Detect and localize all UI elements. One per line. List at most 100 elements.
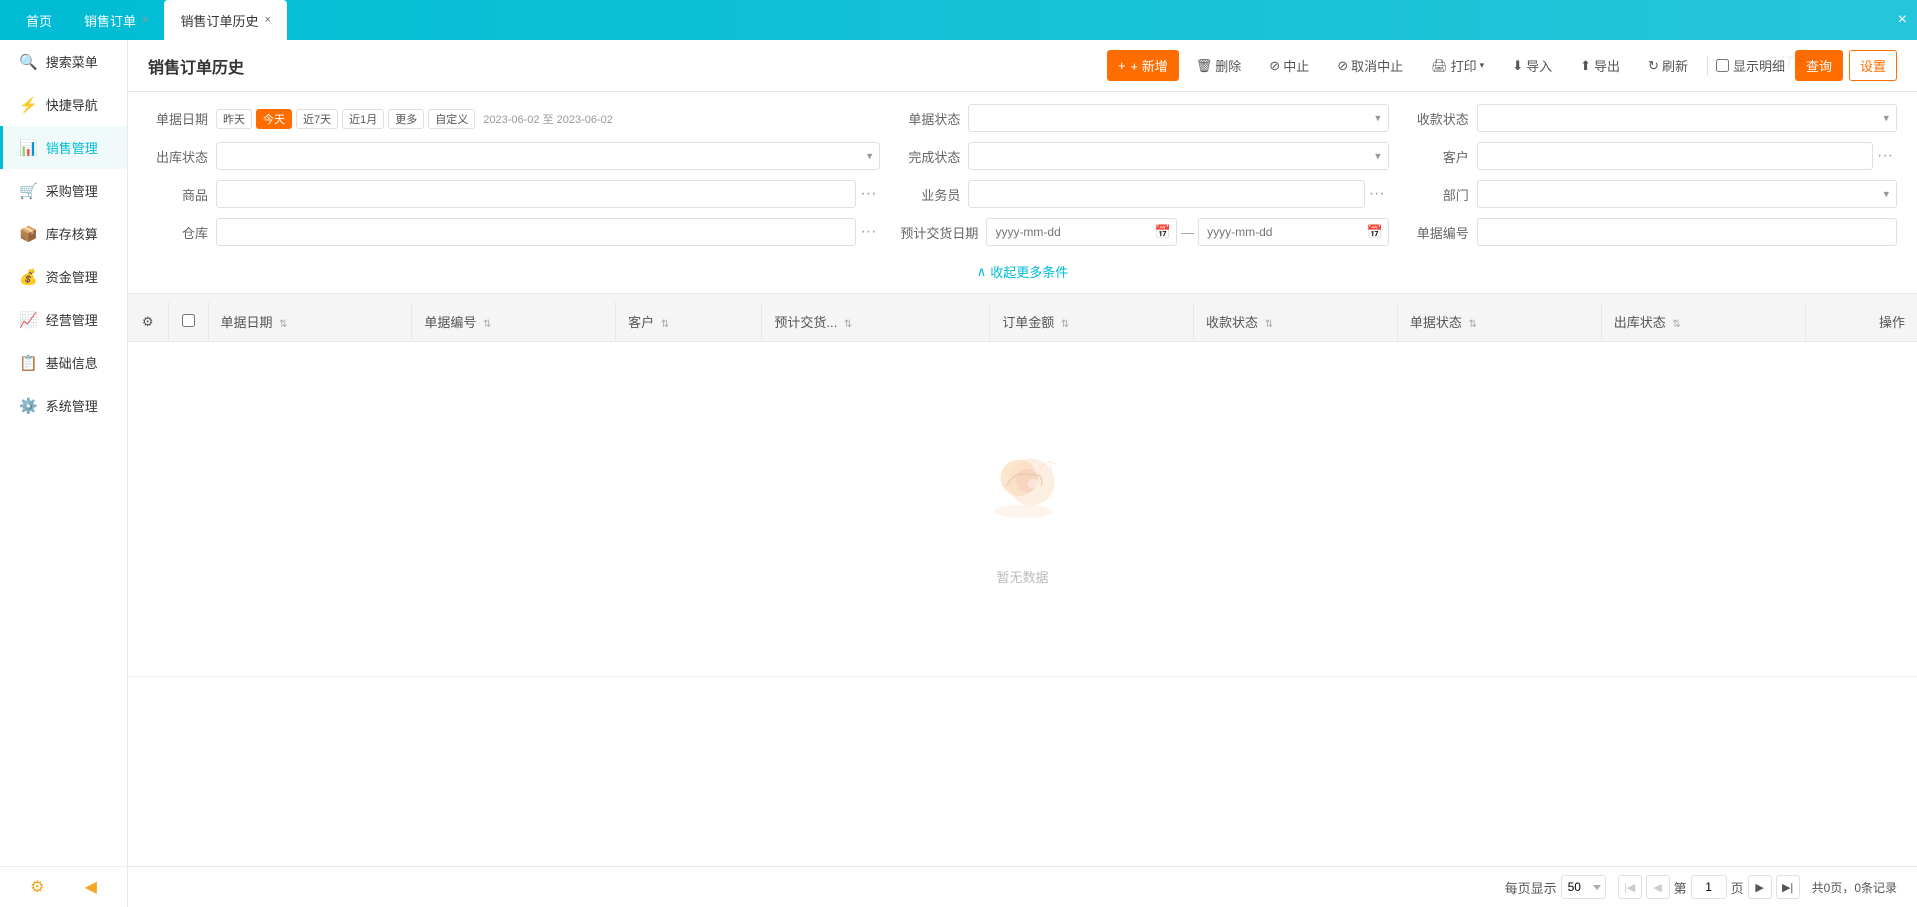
status-filter-label: 单据状态 bbox=[900, 109, 960, 128]
sidebar-item-finance[interactable]: 💰 资金管理 bbox=[0, 255, 127, 298]
new-icon: + bbox=[1118, 58, 1126, 73]
tab-sales-order-history[interactable]: 销售订单历史 × bbox=[164, 0, 286, 40]
window-close-button[interactable]: × bbox=[1898, 11, 1907, 29]
display-detail-toggle[interactable]: 显示明细 bbox=[1716, 56, 1785, 75]
product-dots-button[interactable]: ··· bbox=[856, 185, 880, 203]
date-btn-yesterday[interactable]: 昨天 bbox=[216, 109, 252, 129]
settings-button[interactable]: 设置 bbox=[1849, 50, 1897, 81]
query-button[interactable]: 查询 bbox=[1795, 50, 1843, 81]
salesperson-label: 业务员 bbox=[900, 185, 960, 204]
export-button[interactable]: ⬆ 导出 bbox=[1569, 50, 1631, 81]
status-select[interactable] bbox=[968, 104, 1388, 132]
prev-page-button[interactable]: ◀ bbox=[1646, 875, 1670, 899]
th-checkbox[interactable] bbox=[168, 302, 208, 342]
date-btn-today[interactable]: 今天 bbox=[256, 109, 292, 129]
sidebar-collapse-icon[interactable]: ◀ bbox=[85, 877, 97, 897]
tab-sales-order-close[interactable]: × bbox=[142, 14, 148, 26]
sidebar-item-quick-nav[interactable]: ⚡ 快捷导航 bbox=[0, 83, 127, 126]
department-label: 部门 bbox=[1409, 185, 1469, 204]
expected-date-from-input[interactable] bbox=[986, 218, 1177, 246]
page-label-suffix: 页 bbox=[1731, 878, 1744, 897]
department-select[interactable] bbox=[1477, 180, 1897, 208]
new-button[interactable]: + + 新增 bbox=[1107, 50, 1179, 81]
tab-sales-order-history-close[interactable]: × bbox=[264, 14, 270, 26]
stop-icon: ⊘ bbox=[1269, 58, 1280, 74]
filter-group-order-no: 单据编号 bbox=[1409, 218, 1897, 246]
sort-expected-date-icon[interactable]: ⇅ bbox=[844, 319, 852, 330]
sales-mgmt-icon: 📊 bbox=[19, 139, 38, 157]
stop-button[interactable]: ⊘ 中止 bbox=[1258, 50, 1320, 81]
warehouse-dots-button[interactable]: ··· bbox=[856, 223, 880, 241]
sidebar-settings-icon[interactable]: ⚙ bbox=[30, 877, 44, 897]
salesperson-dots-button[interactable]: ··· bbox=[1365, 185, 1389, 203]
table-area: ⚙ 单据日期 ⇅ 单据编号 ⇅ 客户 ⇅ bbox=[128, 302, 1917, 866]
sidebar-item-operations[interactable]: 📈 经营管理 bbox=[0, 298, 127, 341]
page-size-select[interactable]: 50 100 200 bbox=[1561, 875, 1606, 899]
sidebar-bottom: ⚙ ◀ bbox=[0, 866, 127, 907]
th-payment-status: 收款状态 ⇅ bbox=[1194, 302, 1398, 342]
sort-doc-status-icon[interactable]: ⇅ bbox=[1469, 319, 1477, 330]
th-order-no: 单据编号 ⇅ bbox=[412, 302, 616, 342]
product-input[interactable] bbox=[216, 180, 856, 208]
customer-input[interactable] bbox=[1477, 142, 1873, 170]
expected-date-to-input[interactable] bbox=[1198, 218, 1389, 246]
filter-row-4: 仓库 ··· 预计交货日期 📅 — 📅 bbox=[148, 218, 1897, 246]
payment-status-select[interactable] bbox=[1477, 104, 1897, 132]
sort-order-no-icon[interactable]: ⇅ bbox=[483, 319, 491, 330]
sort-date-icon[interactable]: ⇅ bbox=[279, 319, 287, 330]
sidebar-item-purchase-mgmt[interactable]: 🛒 采购管理 bbox=[0, 169, 127, 212]
th-date: 单据日期 ⇅ bbox=[208, 302, 412, 342]
warehouse-input[interactable] bbox=[216, 218, 856, 246]
print-button[interactable]: 🖨 打印 ▾ bbox=[1420, 50, 1495, 81]
sidebar-item-sys-mgmt[interactable]: ⚙️ 系统管理 bbox=[0, 384, 127, 427]
page-size-select-group: 每页显示 50 100 200 bbox=[1505, 875, 1606, 899]
th-settings[interactable]: ⚙ bbox=[128, 302, 168, 342]
next-page-button[interactable]: ▶ bbox=[1748, 875, 1772, 899]
complete-status-select-wrapper bbox=[968, 142, 1388, 170]
date-btn-7days[interactable]: 近7天 bbox=[296, 109, 338, 129]
display-detail-checkbox[interactable] bbox=[1716, 59, 1729, 72]
filter-group-salesperson: 业务员 ··· bbox=[900, 180, 1388, 208]
sidebar-item-inventory[interactable]: 📦 库存核算 bbox=[0, 212, 127, 255]
cancel-stop-button[interactable]: ⊘ 取消中止 bbox=[1326, 50, 1414, 81]
sys-mgmt-icon: ⚙️ bbox=[19, 397, 38, 415]
order-no-input[interactable] bbox=[1477, 218, 1897, 246]
sort-customer-icon[interactable]: ⇅ bbox=[661, 319, 669, 330]
tab-sales-order[interactable]: 销售订单 × bbox=[68, 0, 164, 40]
total-text: 共0页，0条记录 bbox=[1812, 879, 1897, 896]
refresh-button[interactable]: ↻ 刷新 bbox=[1637, 50, 1699, 81]
empty-state-row: 暂无数据 bbox=[128, 342, 1917, 677]
date-btn-1month[interactable]: 近1月 bbox=[342, 109, 384, 129]
complete-status-select[interactable] bbox=[968, 142, 1388, 170]
filter-row-2: 出库状态 完成状态 客户 bbox=[148, 142, 1897, 170]
delete-button[interactable]: 🗑 删除 bbox=[1185, 50, 1253, 81]
last-page-button[interactable]: ▶| bbox=[1776, 875, 1800, 899]
sort-out-status-icon[interactable]: ⇅ bbox=[1672, 319, 1680, 330]
customer-dots-button[interactable]: ··· bbox=[1873, 147, 1897, 165]
collapse-bar[interactable]: ∧ 收起更多条件 bbox=[148, 256, 1897, 281]
out-status-label: 出库状态 bbox=[148, 147, 208, 166]
sidebar-item-sales-mgmt[interactable]: 📊 销售管理 bbox=[0, 126, 127, 169]
date-filter-group: 昨天 今天 近7天 近1月 更多 自定义 2023-06-02 至 2023-0… bbox=[216, 107, 880, 129]
tab-home[interactable]: 首页 bbox=[10, 0, 68, 40]
sort-amount-icon[interactable]: ⇅ bbox=[1061, 319, 1069, 330]
first-page-button[interactable]: |◀ bbox=[1618, 875, 1642, 899]
select-all-checkbox[interactable] bbox=[182, 314, 195, 327]
th-amount: 订单金额 ⇅ bbox=[990, 302, 1194, 342]
page-number-input[interactable] bbox=[1691, 875, 1727, 899]
pagination: |◀ ◀ 第 页 ▶ ▶| bbox=[1618, 875, 1800, 899]
import-button[interactable]: ⬇ 导入 bbox=[1501, 50, 1563, 81]
out-status-select[interactable] bbox=[216, 142, 880, 170]
filter-group-warehouse: 仓库 ··· bbox=[148, 218, 880, 246]
date-btn-custom[interactable]: 自定义 bbox=[428, 109, 475, 129]
calendar-from-icon: 📅 bbox=[1155, 224, 1171, 240]
sort-payment-icon[interactable]: ⇅ bbox=[1265, 319, 1273, 330]
date-btn-more[interactable]: 更多 bbox=[388, 109, 424, 129]
collapse-chevron-icon: ∧ bbox=[977, 264, 987, 280]
calendar-to-icon: 📅 bbox=[1367, 224, 1383, 240]
sidebar-item-search-menu[interactable]: 🔍 搜索菜单 bbox=[0, 40, 127, 83]
empty-state-cell: 暂无数据 bbox=[128, 342, 1917, 677]
sidebar-item-basic-info[interactable]: 📋 基础信息 bbox=[0, 341, 127, 384]
date-shortcuts: 昨天 今天 近7天 近1月 更多 自定义 2023-06-02 至 2023-0… bbox=[216, 109, 880, 129]
salesperson-input[interactable] bbox=[968, 180, 1364, 208]
